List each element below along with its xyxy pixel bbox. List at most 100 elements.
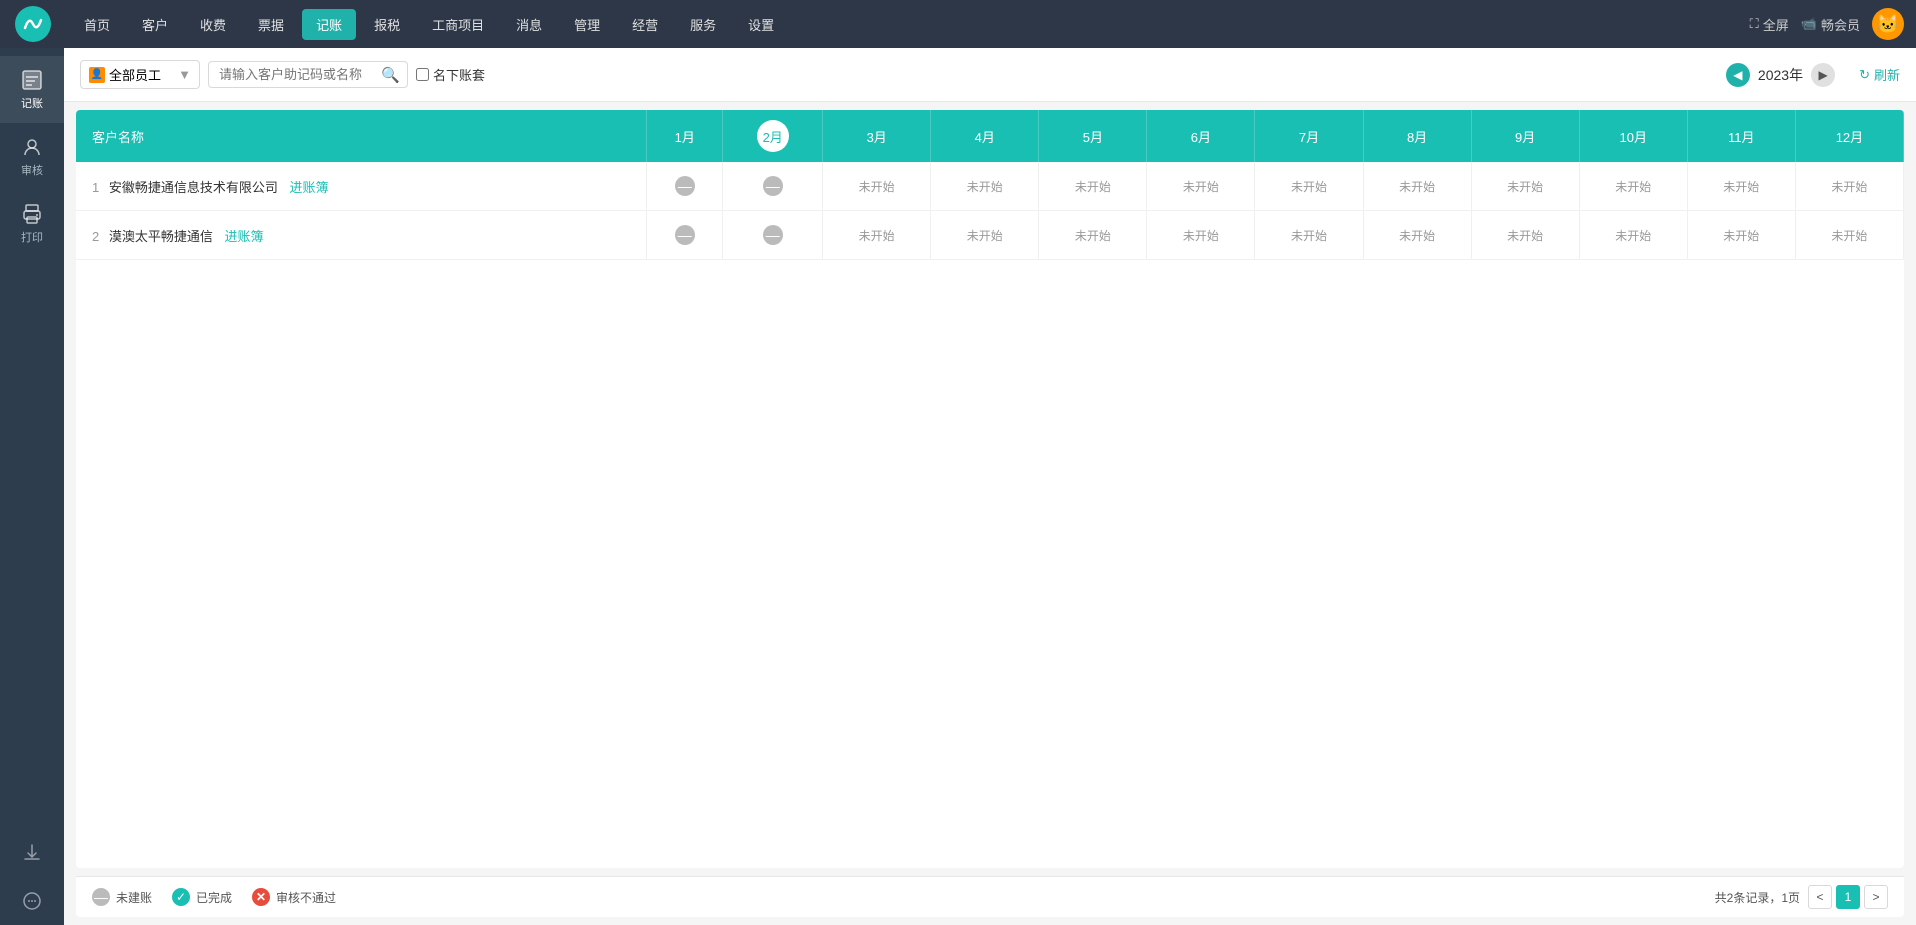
- sidebar-bottom: [0, 829, 64, 925]
- vip-button[interactable]: 📹 畅会员: [1801, 15, 1860, 34]
- refresh-icon: ↻: [1859, 67, 1870, 83]
- month-cell-6: 未开始: [1147, 211, 1255, 260]
- nav-accounting[interactable]: 记账: [302, 9, 356, 40]
- sidebar-item-accounting[interactable]: 记账: [0, 56, 64, 123]
- col-month-7: 7月: [1255, 110, 1363, 162]
- month-cell-8: 未开始: [1363, 211, 1471, 260]
- refresh-label: 刷新: [1874, 65, 1900, 84]
- employee-label: 全部员工: [109, 65, 161, 84]
- nav-charge[interactable]: 收费: [186, 9, 240, 40]
- col-month-1: 1月: [647, 110, 723, 162]
- legend-completed-label: 已完成: [196, 889, 232, 906]
- nav-settings[interactable]: 设置: [734, 9, 788, 40]
- search-input[interactable]: [208, 61, 408, 88]
- search-wrap: 🔍: [208, 61, 408, 88]
- table-row: 1 安徽畅捷通信息技术有限公司 进账簿 ——未开始未开始未开始未开始未开始未开始…: [76, 162, 1904, 211]
- col-month-12: 12月: [1795, 110, 1903, 162]
- refresh-button[interactable]: ↻ 刷新: [1859, 65, 1900, 84]
- sidebar-item-download[interactable]: [0, 829, 64, 877]
- print-icon: [20, 202, 44, 226]
- month-cell-8: 未开始: [1363, 162, 1471, 211]
- status-not-started: 未开始: [1291, 180, 1327, 194]
- fullscreen-button[interactable]: ⛶ 全屏: [1750, 15, 1789, 34]
- top-navigation: 首页 客户 收费 票据 记账 报税 工商项目 消息 管理 经营 服务 设置 ⛶ …: [0, 0, 1916, 48]
- checkbox-text: 名下账套: [433, 65, 485, 84]
- my-accounts-checkbox[interactable]: [416, 68, 429, 81]
- nav-business[interactable]: 工商项目: [418, 9, 498, 40]
- sidebar-item-print[interactable]: 打印: [0, 190, 64, 257]
- status-not-started: 未开始: [859, 180, 895, 194]
- status-not-started: 未开始: [1291, 229, 1327, 243]
- footer: — 未建账 ✓ 已完成 ✕ 审核不通过 共2条记录，1页 < 1: [76, 876, 1904, 917]
- current-page-button[interactable]: 1: [1836, 885, 1860, 909]
- month-cell-11: 未开始: [1687, 162, 1795, 211]
- legend-not-created: — 未建账: [92, 888, 152, 906]
- status-not-started: 未开始: [1507, 229, 1543, 243]
- status-not-started: 未开始: [859, 229, 895, 243]
- month-cell-7: 未开始: [1255, 211, 1363, 260]
- main-layout: 记账 审核 打印: [0, 48, 1916, 925]
- checkbox-label[interactable]: 名下账套: [416, 65, 485, 84]
- month-cell-2: —: [723, 162, 823, 211]
- data-table: 客户名称 1月 2月 3月 4月 5月 6月 7月 8月 9月 10月 11月: [76, 110, 1904, 260]
- nav-client[interactable]: 客户: [128, 9, 182, 40]
- row-index: 2: [92, 229, 99, 244]
- nav-manage[interactable]: 管理: [560, 9, 614, 40]
- prev-year-button[interactable]: ◀: [1726, 63, 1750, 87]
- status-not-started: 未开始: [1831, 180, 1867, 194]
- enter-ledger-link[interactable]: 进账簿: [290, 180, 329, 195]
- enter-ledger-link[interactable]: 进账簿: [225, 229, 264, 244]
- legend-gray-dot: —: [92, 888, 110, 906]
- month-cell-12: 未开始: [1795, 211, 1903, 260]
- col-client-name: 客户名称: [76, 110, 647, 162]
- status-not-started: 未开始: [967, 229, 1003, 243]
- status-not-started: 未开始: [1615, 180, 1651, 194]
- month-cell-11: 未开始: [1687, 211, 1795, 260]
- row-index: 1: [92, 180, 99, 195]
- nav-invoice[interactable]: 票据: [244, 9, 298, 40]
- check-icon: ✓: [176, 890, 186, 904]
- month-cell-9: 未开始: [1471, 162, 1579, 211]
- employee-select[interactable]: 👤 全部员工 ▼: [80, 60, 200, 89]
- download-icon: [20, 841, 44, 865]
- nav-tax[interactable]: 报税: [360, 9, 414, 40]
- dropdown-arrow-icon: ▼: [178, 67, 191, 82]
- next-year-button[interactable]: ▶: [1811, 63, 1835, 87]
- nav-operation[interactable]: 经营: [618, 9, 672, 40]
- avatar[interactable]: 🐱: [1872, 8, 1904, 40]
- footer-right: 共2条记录，1页 < 1 >: [1715, 885, 1888, 909]
- month-cell-1: —: [647, 162, 723, 211]
- month-cell-5: 未开始: [1039, 162, 1147, 211]
- status-not-started: 未开始: [967, 180, 1003, 194]
- status-not-started: 未开始: [1399, 180, 1435, 194]
- table-header-row: 客户名称 1月 2月 3月 4月 5月 6月 7月 8月 9月 10月 11月: [76, 110, 1904, 162]
- client-name: 漠澳太平畅捷通信: [109, 229, 213, 244]
- sidebar-item-chat[interactable]: [0, 877, 64, 925]
- vip-label: 畅会员: [1821, 15, 1860, 34]
- nav-message[interactable]: 消息: [502, 9, 556, 40]
- nav-right: ⛶ 全屏 📹 畅会员 🐱: [1750, 8, 1904, 40]
- fullscreen-label: 全屏: [1763, 15, 1789, 34]
- accounting-icon: [20, 68, 44, 92]
- status-dash-icon: —: [763, 225, 783, 245]
- sidebar-audit-label: 审核: [21, 162, 43, 178]
- next-page-button[interactable]: >: [1864, 885, 1888, 909]
- fullscreen-icon: ⛶: [1750, 16, 1759, 32]
- legend-completed: ✓ 已完成: [172, 888, 232, 906]
- status-not-started: 未开始: [1615, 229, 1651, 243]
- nav-service[interactable]: 服务: [676, 9, 730, 40]
- legend-teal-dot: ✓: [172, 888, 190, 906]
- client-name-cell: 2 漠澳太平畅捷通信 进账簿: [76, 211, 647, 260]
- status-not-started: 未开始: [1507, 180, 1543, 194]
- sidebar-item-audit[interactable]: 审核: [0, 123, 64, 190]
- status-dash-icon: —: [675, 176, 695, 196]
- month-cell-10: 未开始: [1579, 162, 1687, 211]
- prev-page-button[interactable]: <: [1808, 885, 1832, 909]
- pagination: < 1 >: [1808, 885, 1888, 909]
- nav-home[interactable]: 首页: [70, 9, 124, 40]
- month-cell-12: 未开始: [1795, 162, 1903, 211]
- dash-icon: —: [94, 889, 108, 905]
- search-icon[interactable]: 🔍: [381, 66, 400, 84]
- chat-icon: [20, 889, 44, 913]
- month-cell-4: 未开始: [931, 211, 1039, 260]
